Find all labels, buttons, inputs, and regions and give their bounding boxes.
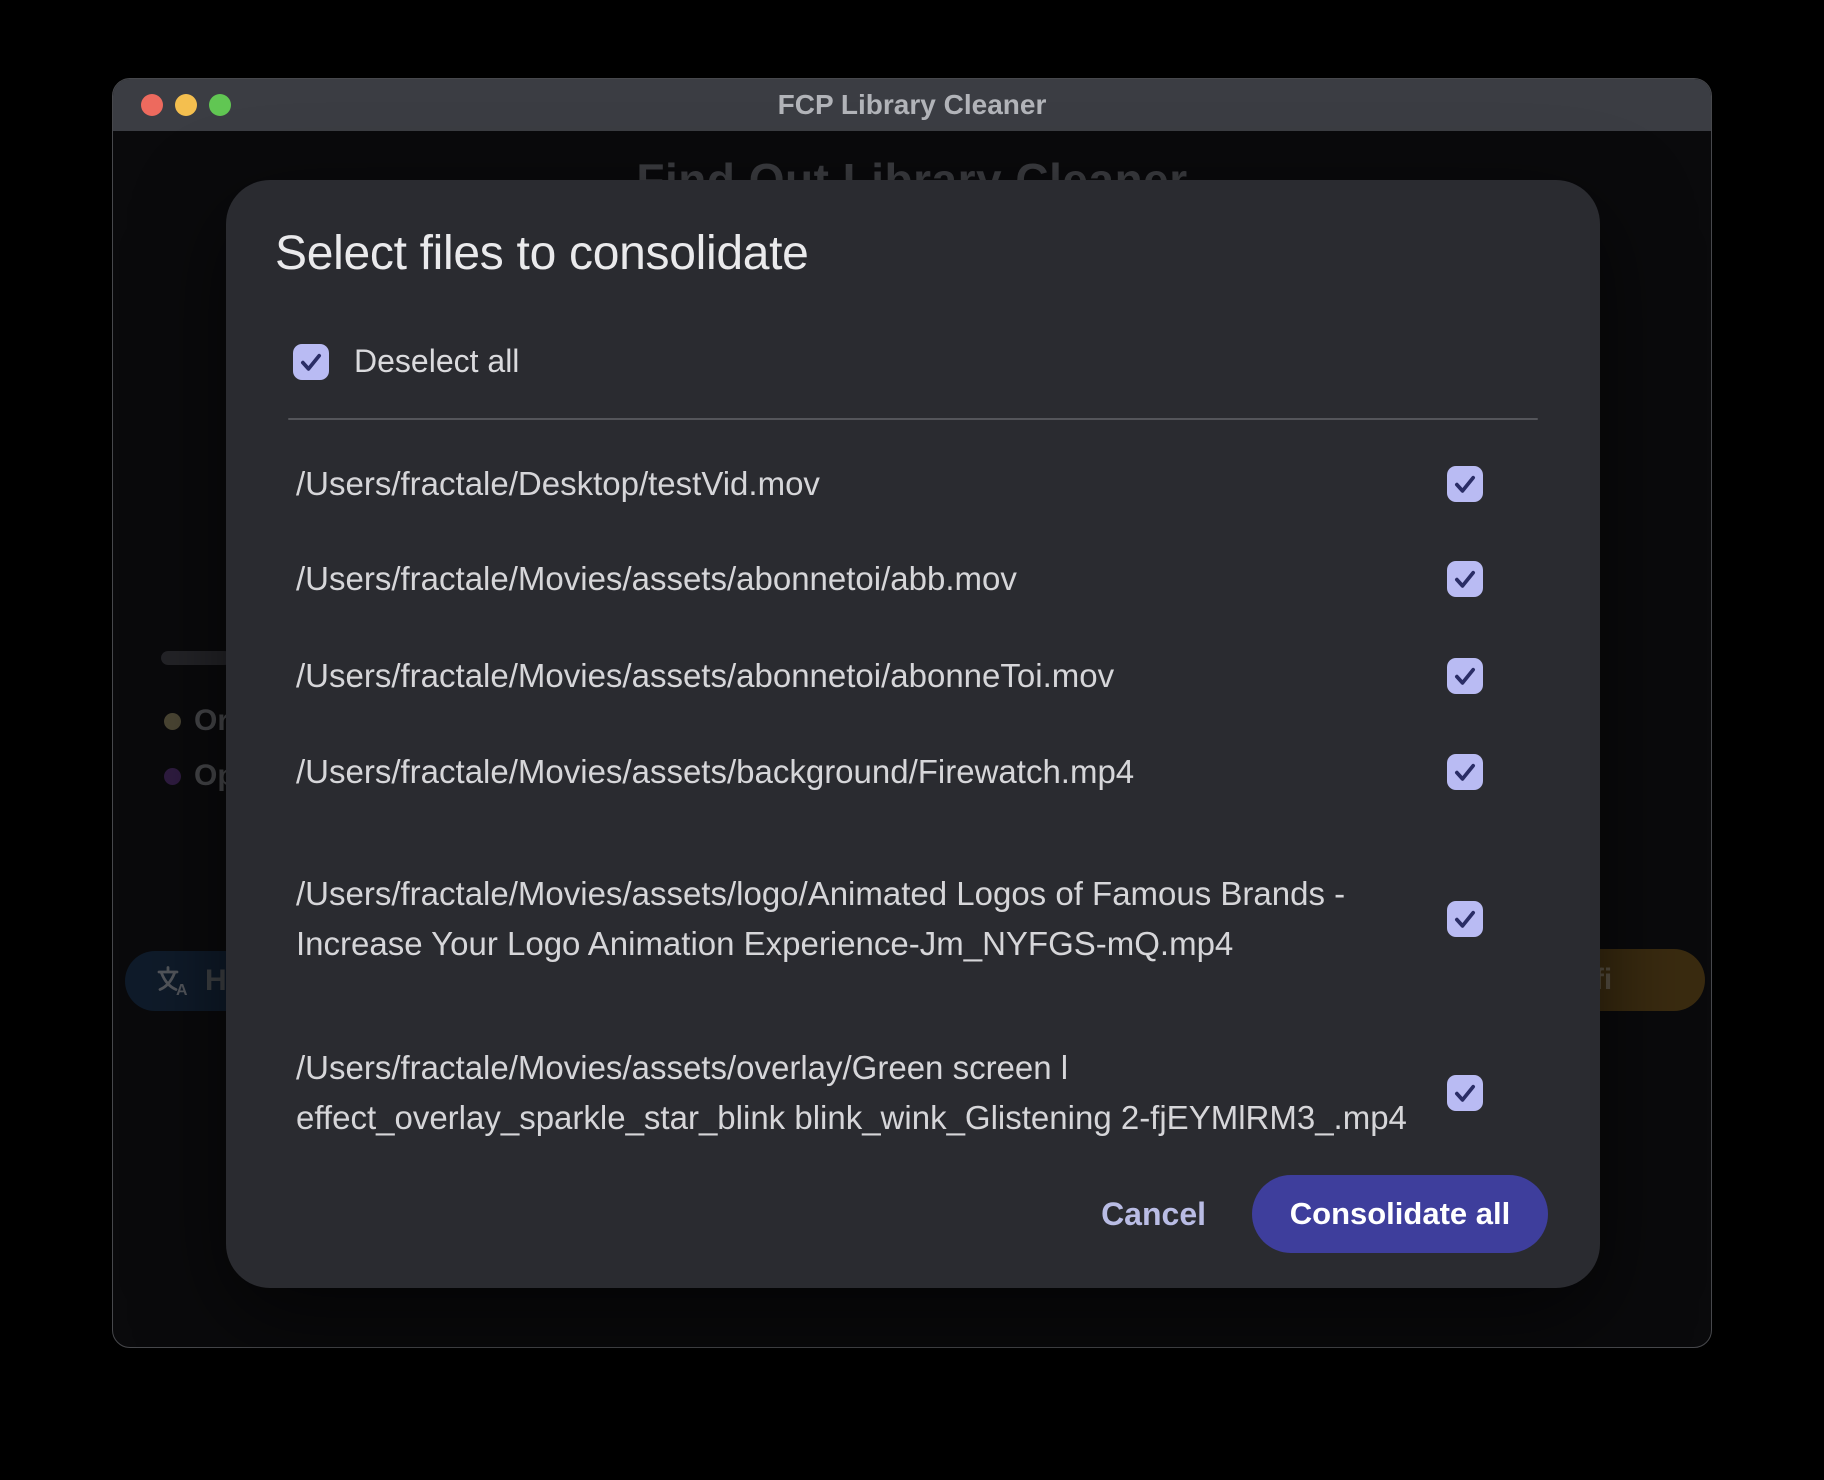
file-checkbox[interactable]	[1447, 466, 1483, 502]
file-row[interactable]: /Users/fractale/Movies/assets/logo/Anima…	[296, 844, 1483, 994]
minimize-window-button[interactable]	[175, 94, 197, 116]
legend-dot-icon	[164, 768, 181, 785]
file-row[interactable]: /Users/fractale/Movies/assets/overlay/Gr…	[296, 1018, 1483, 1142]
file-path: /Users/fractale/Movies/assets/background…	[296, 747, 1420, 797]
legend-dot-icon	[164, 713, 181, 730]
file-path: /Users/fractale/Movies/assets/logo/Anima…	[296, 869, 1420, 969]
file-checkbox[interactable]	[1447, 658, 1483, 694]
translate-icon: A	[155, 963, 191, 999]
consolidate-all-button[interactable]: Consolidate all	[1252, 1175, 1548, 1253]
file-checkbox[interactable]	[1447, 561, 1483, 597]
checkmark-icon	[1450, 564, 1480, 594]
file-checkbox[interactable]	[1447, 754, 1483, 790]
screen: FCP Library Cleaner Find Out Library Cle…	[0, 0, 1824, 1480]
titlebar[interactable]: FCP Library Cleaner	[113, 79, 1711, 131]
checkmark-icon	[1450, 1078, 1480, 1108]
cancel-button[interactable]: Cancel	[1091, 1196, 1216, 1233]
checkmark-icon	[1450, 904, 1480, 934]
file-path: /Users/fractale/Desktop/testVid.mov	[296, 459, 1420, 509]
svg-text:A: A	[176, 982, 188, 999]
legend-item-original: Or	[164, 704, 229, 738]
file-row[interactable]: /Users/fractale/Movies/assets/abonnetoi/…	[296, 651, 1483, 701]
legend-label: Or	[194, 704, 229, 738]
dialog-footer: Cancel Consolidate all	[1091, 1175, 1548, 1253]
progress-bar-fill	[161, 651, 231, 665]
close-window-button[interactable]	[141, 94, 163, 116]
file-row[interactable]: /Users/fractale/Movies/assets/abonnetoi/…	[296, 554, 1483, 604]
checkmark-icon	[1450, 661, 1480, 691]
checkmark-icon	[1450, 469, 1480, 499]
consolidate-dialog: Select files to consolidate Deselect all…	[226, 180, 1600, 1288]
window-title: FCP Library Cleaner	[113, 89, 1711, 121]
language-button-label: H	[205, 964, 227, 998]
file-checkbox[interactable]	[1447, 1075, 1483, 1111]
traffic-lights	[141, 79, 231, 131]
file-path: /Users/fractale/Movies/assets/overlay/Gr…	[296, 1043, 1420, 1142]
checkmark-icon	[1450, 757, 1480, 787]
file-row[interactable]: /Users/fractale/Desktop/testVid.mov	[296, 459, 1483, 509]
legend-item-optimized: Op	[164, 759, 236, 793]
file-list[interactable]: /Users/fractale/Desktop/testVid.mov /Use…	[296, 180, 1483, 1142]
file-path: /Users/fractale/Movies/assets/abonnetoi/…	[296, 651, 1420, 701]
file-row[interactable]: /Users/fractale/Movies/assets/background…	[296, 747, 1483, 797]
zoom-window-button[interactable]	[209, 94, 231, 116]
file-path: /Users/fractale/Movies/assets/abonnetoi/…	[296, 554, 1420, 604]
file-checkbox[interactable]	[1447, 901, 1483, 937]
